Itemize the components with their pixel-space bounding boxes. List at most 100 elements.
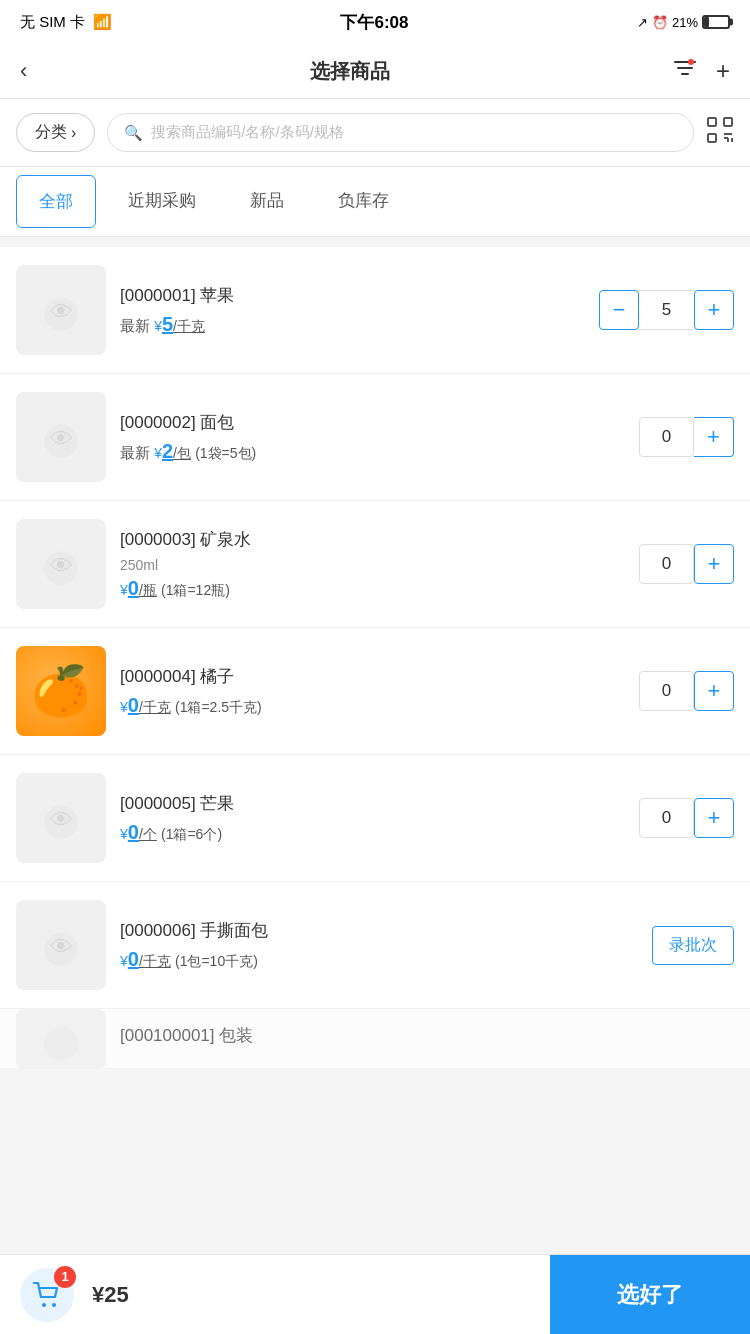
category-arrow-icon: ›	[71, 124, 76, 142]
svg-rect-6	[708, 134, 716, 142]
svg-text:👁: 👁	[50, 807, 73, 833]
tab-new[interactable]: 新品	[228, 175, 306, 228]
product-price: 最新 ¥5/千克	[120, 313, 585, 336]
cart-total: ¥25	[92, 1282, 129, 1308]
product-price: ¥0/瓶 (1箱=12瓶)	[120, 577, 625, 600]
battery-percent: 21%	[672, 15, 698, 30]
carrier-text: 无 SIM 卡	[20, 13, 85, 32]
product-thumbnail: 👁	[16, 773, 106, 863]
status-time: 下午6:08	[340, 11, 408, 34]
product-thumbnail: 👁	[16, 392, 106, 482]
alarm-icon: ⏰	[652, 15, 668, 30]
quantity-input[interactable]	[639, 671, 694, 711]
list-item: 👁 [0000005] 芒果 ¥0/个 (1箱=6个) +	[0, 755, 750, 882]
search-icon: 🔍	[124, 124, 143, 142]
svg-text:👁: 👁	[50, 426, 73, 452]
wifi-icon: 📶	[93, 13, 112, 31]
list-item: [0000004] 橘子 ¥0/千克 (1箱=2.5千克) +	[0, 628, 750, 755]
nav-actions: +	[672, 55, 730, 87]
increase-button[interactable]: +	[694, 417, 734, 457]
list-item: 👁 [0000003] 矿泉水 250ml ¥0/瓶 (1箱=12瓶) +	[0, 501, 750, 628]
product-name: [000100001] 包装	[120, 1024, 734, 1047]
product-price: ¥0/千克 (1箱=2.5千克)	[120, 694, 625, 717]
svg-point-21	[44, 1026, 77, 1059]
tab-negative-stock[interactable]: 负库存	[316, 175, 411, 228]
increase-button[interactable]: +	[694, 798, 734, 838]
product-info: [0000001] 苹果 最新 ¥5/千克	[120, 284, 585, 336]
cart-badge: 1	[54, 1266, 76, 1288]
product-name: [0000006] 手撕面包	[120, 919, 638, 942]
product-thumbnail: 👁	[16, 519, 106, 609]
add-button[interactable]: +	[716, 57, 730, 85]
quantity-input[interactable]	[639, 798, 694, 838]
status-bar: 无 SIM 卡 📶 下午6:08 ↗ ⏰ 21%	[0, 0, 750, 44]
product-name: [0000003] 矿泉水	[120, 528, 625, 551]
nav-bar: ‹ 选择商品 +	[0, 44, 750, 99]
product-info: [0000006] 手撕面包 ¥0/千克 (1包=10千克)	[120, 919, 638, 971]
category-label: 分类	[35, 122, 67, 143]
status-carrier: 无 SIM 卡 📶	[20, 13, 112, 32]
product-list: 👁 [0000001] 苹果 最新 ¥5/千克 − + 👁 [0000002]	[0, 247, 750, 1189]
quantity-control: 录批次	[652, 926, 734, 965]
quantity-control: +	[639, 798, 734, 838]
tab-row: 全部 近期采购 新品 负库存	[0, 167, 750, 237]
bottom-bar: 1 ¥25 选好了	[0, 1254, 750, 1334]
filter-button[interactable]	[672, 55, 698, 87]
back-button[interactable]: ‹	[20, 58, 27, 84]
location-icon: ↗	[637, 15, 648, 30]
product-info: [0000002] 面包 最新 ¥2/包 (1袋=5包)	[120, 411, 625, 463]
list-item: [000100001] 包装	[0, 1009, 750, 1069]
svg-point-22	[42, 1303, 46, 1307]
svg-point-3	[688, 59, 694, 65]
battery-icon	[702, 15, 730, 29]
product-spec: 250ml	[120, 557, 625, 573]
svg-rect-4	[708, 118, 716, 126]
status-indicators: ↗ ⏰ 21%	[637, 15, 730, 30]
product-name: [0000001] 苹果	[120, 284, 585, 307]
quantity-input[interactable]	[639, 417, 694, 457]
svg-text:👁: 👁	[50, 934, 73, 960]
list-item: 👁 [0000001] 苹果 最新 ¥5/千克 − +	[0, 247, 750, 374]
svg-text:👁: 👁	[50, 553, 73, 579]
decrease-button[interactable]: −	[599, 290, 639, 330]
quantity-input[interactable]	[639, 290, 694, 330]
product-name: [0000002] 面包	[120, 411, 625, 434]
list-item: 👁 [0000002] 面包 最新 ¥2/包 (1袋=5包) +	[0, 374, 750, 501]
product-price: ¥0/千克 (1包=10千克)	[120, 948, 638, 971]
confirm-button[interactable]: 选好了	[550, 1255, 750, 1335]
search-box[interactable]: 🔍 搜索商品编码/名称/条码/规格	[107, 113, 694, 152]
cart-button[interactable]: 1	[20, 1268, 74, 1322]
product-info: [000100001] 包装	[120, 1024, 734, 1053]
product-info: [0000004] 橘子 ¥0/千克 (1箱=2.5千克)	[120, 665, 625, 717]
list-item: 👁 [0000006] 手撕面包 ¥0/千克 (1包=10千克) 录批次	[0, 882, 750, 1009]
search-placeholder: 搜索商品编码/名称/条码/规格	[151, 123, 344, 142]
product-name: [0000005] 芒果	[120, 792, 625, 815]
tab-recent[interactable]: 近期采购	[106, 175, 218, 228]
product-name: [0000004] 橘子	[120, 665, 625, 688]
increase-button[interactable]: +	[694, 544, 734, 584]
product-thumbnail: 👁	[16, 900, 106, 990]
page-title: 选择商品	[310, 58, 390, 85]
svg-point-23	[52, 1303, 56, 1307]
quantity-control: +	[639, 671, 734, 711]
product-info: [0000005] 芒果 ¥0/个 (1箱=6个)	[120, 792, 625, 844]
tab-all[interactable]: 全部	[16, 175, 96, 228]
quantity-control: − +	[599, 290, 734, 330]
quantity-input[interactable]	[639, 544, 694, 584]
increase-button[interactable]: +	[694, 290, 734, 330]
svg-rect-5	[724, 118, 732, 126]
increase-button[interactable]: +	[694, 671, 734, 711]
cart-area: 1 ¥25	[20, 1268, 129, 1322]
svg-text:👁: 👁	[50, 299, 73, 325]
product-thumbnail: 👁	[16, 265, 106, 355]
product-price: 最新 ¥2/包 (1袋=5包)	[120, 440, 625, 463]
category-button[interactable]: 分类 ›	[16, 113, 95, 152]
batch-button[interactable]: 录批次	[652, 926, 734, 965]
product-info: [0000003] 矿泉水 250ml ¥0/瓶 (1箱=12瓶)	[120, 528, 625, 600]
product-thumbnail	[16, 646, 106, 736]
scan-button[interactable]	[706, 116, 734, 150]
product-thumbnail	[16, 1009, 106, 1069]
quantity-control: +	[639, 417, 734, 457]
quantity-control: +	[639, 544, 734, 584]
product-price: ¥0/个 (1箱=6个)	[120, 821, 625, 844]
